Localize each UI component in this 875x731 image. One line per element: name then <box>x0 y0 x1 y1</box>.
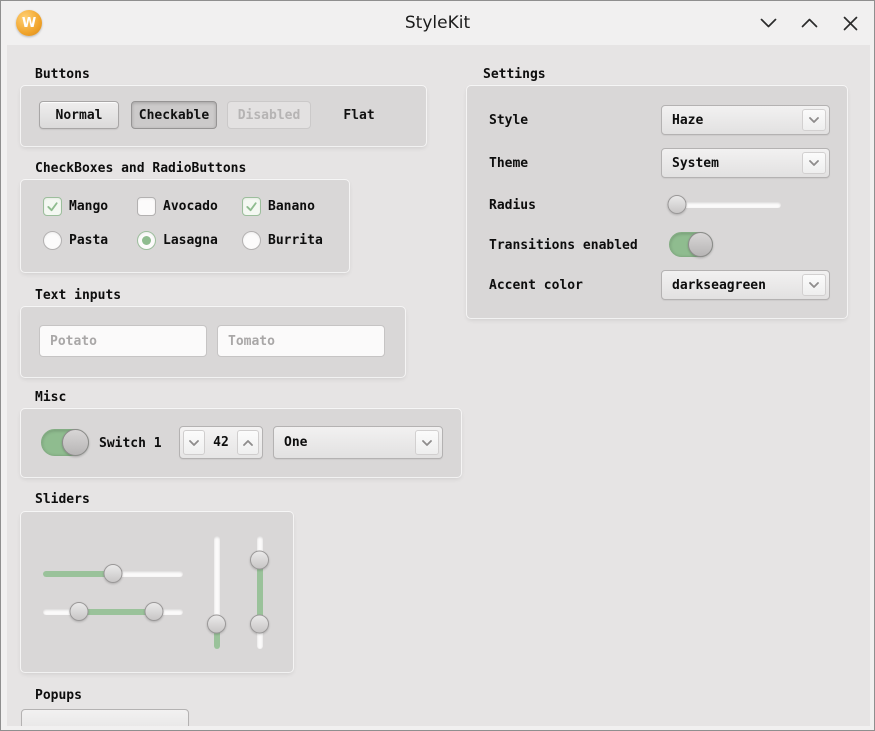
accent-color-label: Accent color <box>489 278 583 293</box>
section-title-settings: Settings <box>483 67 546 82</box>
switch-knob[interactable] <box>688 232 713 257</box>
radio-circle[interactable] <box>43 231 62 250</box>
radius-slider[interactable] <box>667 195 781 215</box>
flat-button[interactable]: Flat <box>323 101 395 129</box>
checkbox-label: Mango <box>69 199 109 214</box>
accent-color-combobox[interactable]: darkseagreen <box>661 270 830 300</box>
stylekit-window: W StyleKit Buttons Normal Checkable Disa… <box>0 0 875 731</box>
slider-handle[interactable] <box>207 614 226 634</box>
range-handle-high[interactable] <box>144 602 164 621</box>
range-handle-low[interactable] <box>69 602 89 621</box>
chevron-down-icon <box>809 117 819 123</box>
radio-circle[interactable] <box>242 231 261 250</box>
disabled-button: Disabled <box>227 101 311 129</box>
checkbox-mango[interactable]: Mango <box>43 197 108 216</box>
combo-value: One <box>284 435 308 450</box>
checkbox-box[interactable] <box>137 197 156 216</box>
chevron-down-icon <box>809 160 819 166</box>
combo-arrow-button[interactable] <box>802 274 826 296</box>
checkbox-banano[interactable]: Banano <box>242 197 315 216</box>
text-input-tomato[interactable] <box>217 325 385 357</box>
radius-label: Radius <box>489 198 536 213</box>
style-combobox[interactable]: Haze <box>661 105 830 135</box>
popups-widget-partial[interactable] <box>21 709 189 726</box>
slider-handle[interactable] <box>667 195 687 214</box>
style-label: Style <box>489 113 529 128</box>
switch-1-label: Switch 1 <box>99 436 162 451</box>
slider-fill <box>43 571 113 577</box>
check-icon <box>246 202 257 212</box>
horizontal-range-slider[interactable] <box>43 602 183 622</box>
section-title-checks: CheckBoxes and RadioButtons <box>35 161 247 176</box>
checkable-button[interactable]: Checkable <box>131 101 217 129</box>
theme-label: Theme <box>489 156 529 171</box>
chevron-down-icon <box>760 18 776 28</box>
theme-value: System <box>672 155 719 171</box>
section-title-buttons: Buttons <box>35 67 90 82</box>
switch-knob[interactable] <box>62 429 89 456</box>
text-input-potato[interactable] <box>39 325 207 357</box>
spin-down-button[interactable] <box>183 430 205 455</box>
radio-label: Lasagna <box>163 233 218 248</box>
combo-arrow-button[interactable] <box>802 109 826 131</box>
spin-value: 42 <box>213 435 229 450</box>
checkbox-box[interactable] <box>43 197 62 216</box>
combo-arrow-button[interactable] <box>415 430 439 455</box>
checkbox-label: Banano <box>268 199 315 214</box>
radio-pasta[interactable]: Pasta <box>43 231 108 250</box>
radio-label: Burrita <box>268 233 323 248</box>
radio-circle[interactable] <box>137 231 156 250</box>
transitions-label: Transitions enabled <box>489 238 638 253</box>
checkbox-avocado[interactable]: Avocado <box>137 197 218 216</box>
section-title-sliders: Sliders <box>35 492 90 507</box>
minimize-button[interactable] <box>754 11 782 35</box>
spinbox[interactable]: 42 <box>179 426 263 459</box>
chevron-down-icon <box>422 439 432 446</box>
section-title-misc: Misc <box>35 390 67 405</box>
radio-lasagna[interactable]: Lasagna <box>137 231 218 250</box>
slider-handle[interactable] <box>103 564 123 583</box>
window-title: StyleKit <box>404 13 471 33</box>
close-icon <box>843 16 857 30</box>
check-icon <box>47 202 58 212</box>
switch-1[interactable] <box>41 429 89 456</box>
combo-arrow-button[interactable] <box>802 152 826 174</box>
range-handle-low[interactable] <box>250 614 269 634</box>
misc-combobox[interactable]: One <box>273 426 443 459</box>
vertical-range-slider[interactable] <box>250 536 270 649</box>
style-value: Haze <box>672 112 704 128</box>
transitions-switch[interactable] <box>669 232 713 257</box>
radio-label: Pasta <box>69 233 109 248</box>
range-handle-high[interactable] <box>250 550 269 570</box>
maximize-button[interactable] <box>795 11 823 35</box>
close-button[interactable] <box>836 11 864 35</box>
slider-fill <box>79 609 154 615</box>
settings-group: Style Haze Theme System Radius Transitio… <box>467 86 847 318</box>
radio-burrita[interactable]: Burrita <box>242 231 323 250</box>
section-title-popups: Popups <box>35 688 82 703</box>
text-inputs-group <box>21 307 405 377</box>
theme-combobox[interactable]: System <box>661 148 830 178</box>
section-title-text-inputs: Text inputs <box>35 288 122 303</box>
chevron-down-icon <box>189 439 199 446</box>
accent-color-value: darkseagreen <box>672 277 766 293</box>
titlebar[interactable]: W StyleKit <box>1 1 874 45</box>
sliders-group <box>21 512 293 672</box>
vertical-slider[interactable] <box>207 536 227 649</box>
normal-button[interactable]: Normal <box>39 101 119 129</box>
chevron-up-icon <box>243 439 253 446</box>
misc-group: Switch 1 42 One <box>21 409 461 477</box>
chevron-up-icon <box>801 18 817 28</box>
checkbox-box[interactable] <box>242 197 261 216</box>
content-area: Buttons Normal Checkable Disabled Flat C… <box>7 45 870 726</box>
chevron-down-icon <box>809 282 819 288</box>
checks-group: Mango Avocado Banano Pasta Lasagna Burri… <box>21 180 349 272</box>
buttons-group: Normal Checkable Disabled Flat <box>21 86 426 146</box>
horizontal-slider[interactable] <box>43 564 183 584</box>
checkbox-label: Avocado <box>163 199 218 214</box>
spin-up-button[interactable] <box>237 430 259 455</box>
